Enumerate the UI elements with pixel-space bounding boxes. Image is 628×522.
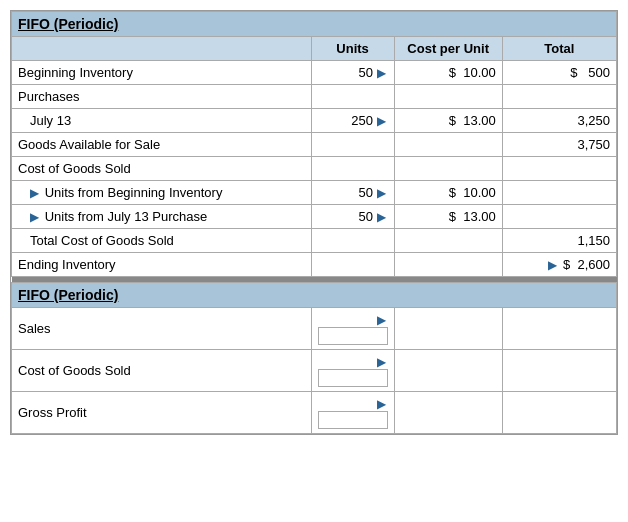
row-cogs-header: Cost of Goods Sold — [12, 157, 617, 181]
row8-units — [311, 253, 394, 277]
row1-total — [502, 85, 616, 109]
row-ending-inventory: Ending Inventory ▶ $ 2,600 — [12, 253, 617, 277]
row-gp-cpu — [394, 392, 502, 434]
row5-units-arrow: ▶ — [377, 186, 386, 200]
row6-arrow: ▶ — [30, 210, 39, 224]
row6-units: 50 ▶ — [311, 205, 394, 229]
row0-total: $ 500 — [502, 61, 616, 85]
row0-units: 50 ▶ — [311, 61, 394, 85]
row-gp-label: Gross Profit — [12, 392, 312, 434]
row6-cpu: $ 13.00 — [394, 205, 502, 229]
row1-label: Purchases — [12, 85, 312, 109]
col-total-header: Total — [502, 37, 616, 61]
row-total-cogs: Total Cost of Goods Sold 1,150 — [12, 229, 617, 253]
row-beginning-inventory: Beginning Inventory 50 ▶ $ 10.00 $ 500 — [12, 61, 617, 85]
cogs2-input[interactable] — [318, 369, 388, 387]
row3-cpu — [394, 133, 502, 157]
row5-units: 50 ▶ — [311, 181, 394, 205]
row-gp-total — [502, 392, 616, 434]
row6-units-arrow: ▶ — [377, 210, 386, 224]
row4-label: Cost of Goods Sold — [12, 157, 312, 181]
row0-arrow: ▶ — [377, 66, 386, 80]
row6-label: ▶ Units from July 13 Purchase — [12, 205, 312, 229]
row5-label: ▶ Units from Beginning Inventory — [12, 181, 312, 205]
row-sales-total — [502, 308, 616, 350]
gp-arrow: ▶ — [377, 397, 386, 411]
row-sales-cpu — [394, 308, 502, 350]
row3-total: 3,750 — [502, 133, 616, 157]
cogs2-arrow: ▶ — [377, 355, 386, 369]
row-sales: Sales ▶ — [12, 308, 617, 350]
row1-cpu — [394, 85, 502, 109]
col-units-header: Units — [311, 37, 394, 61]
row-cogs2-total — [502, 350, 616, 392]
sales-input[interactable] — [318, 327, 388, 345]
row2-cpu: $ 13.00 — [394, 109, 502, 133]
gp-input[interactable] — [318, 411, 388, 429]
row-cogs2-cpu — [394, 350, 502, 392]
row-gp-units: ▶ — [311, 392, 394, 434]
col-header-row: Units Cost per Unit Total — [12, 37, 617, 61]
row8-arrow: ▶ — [548, 258, 557, 272]
row7-units — [311, 229, 394, 253]
row5-total — [502, 181, 616, 205]
row1-units — [311, 85, 394, 109]
row-units-beginning: ▶ Units from Beginning Inventory 50 ▶ $ … — [12, 181, 617, 205]
sales-arrow: ▶ — [377, 313, 386, 327]
row2-arrow: ▶ — [377, 114, 386, 128]
main-wrapper: FIFO (Periodic) Units Cost per Unit Tota… — [10, 10, 618, 435]
row2-total: 3,250 — [502, 109, 616, 133]
row-cogs2-label: Cost of Goods Sold — [12, 350, 312, 392]
row-sales-label: Sales — [12, 308, 312, 350]
row2-units: 250 ▶ — [311, 109, 394, 133]
row-purchases: Purchases — [12, 85, 617, 109]
row3-label: Goods Available for Sale — [12, 133, 312, 157]
row0-cpu: $ 10.00 — [394, 61, 502, 85]
row7-cpu — [394, 229, 502, 253]
row-july13: July 13 250 ▶ $ 13.00 3,250 — [12, 109, 617, 133]
row-sales-units: ▶ — [311, 308, 394, 350]
row5-arrow: ▶ — [30, 186, 39, 200]
row-gross-profit: Gross Profit ▶ — [12, 392, 617, 434]
row4-units — [311, 157, 394, 181]
row7-label: Total Cost of Goods Sold — [12, 229, 312, 253]
row4-cpu — [394, 157, 502, 181]
col-label-header — [12, 37, 312, 61]
col-cpu-header: Cost per Unit — [394, 37, 502, 61]
table1-title-row: FIFO (Periodic) — [12, 12, 617, 37]
table2-title-row: FIFO (Periodic) — [12, 283, 617, 308]
table1: FIFO (Periodic) Units Cost per Unit Tota… — [11, 11, 617, 434]
row-cogs2: Cost of Goods Sold ▶ — [12, 350, 617, 392]
row8-label: Ending Inventory — [12, 253, 312, 277]
row2-label: July 13 — [12, 109, 312, 133]
row-units-july13: ▶ Units from July 13 Purchase 50 ▶ $ 13.… — [12, 205, 617, 229]
row3-units — [311, 133, 394, 157]
row6-total — [502, 205, 616, 229]
row8-total: ▶ $ 2,600 — [502, 253, 616, 277]
table2-title: FIFO (Periodic) — [12, 283, 617, 308]
table1-title: FIFO (Periodic) — [12, 12, 617, 37]
row0-label: Beginning Inventory — [12, 61, 312, 85]
row7-total: 1,150 — [502, 229, 616, 253]
row-cogs2-units: ▶ — [311, 350, 394, 392]
row5-cpu: $ 10.00 — [394, 181, 502, 205]
row8-cpu — [394, 253, 502, 277]
row4-total — [502, 157, 616, 181]
row-goods-available: Goods Available for Sale 3,750 — [12, 133, 617, 157]
